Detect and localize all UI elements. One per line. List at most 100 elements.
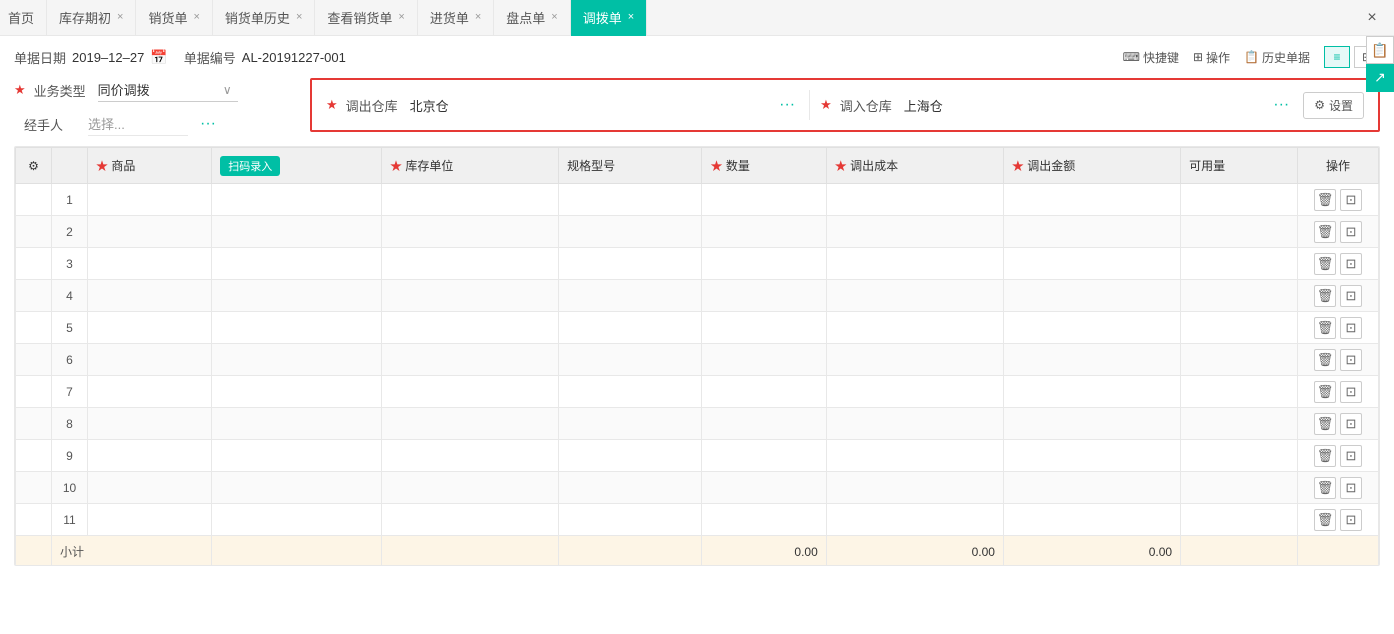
row-cost-cell[interactable] bbox=[826, 184, 1003, 216]
row-qty-cell[interactable] bbox=[702, 408, 826, 440]
row-unit-cell[interactable] bbox=[382, 408, 559, 440]
row-product-cell[interactable] bbox=[88, 504, 212, 536]
copy-row-button[interactable]: ⊡ bbox=[1340, 445, 1362, 467]
row-cost-cell[interactable] bbox=[826, 280, 1003, 312]
transfer-in-more-icon[interactable]: ··· bbox=[1269, 96, 1293, 114]
row-amount-cell[interactable] bbox=[1003, 472, 1180, 504]
row-qty-cell[interactable] bbox=[702, 184, 826, 216]
copy-row-button[interactable]: ⊡ bbox=[1340, 285, 1362, 307]
copy-row-button[interactable]: ⊡ bbox=[1340, 349, 1362, 371]
row-qty-cell[interactable] bbox=[702, 344, 826, 376]
copy-row-button[interactable]: ⊡ bbox=[1340, 221, 1362, 243]
row-qty-cell[interactable] bbox=[702, 216, 826, 248]
row-spec-cell[interactable] bbox=[559, 440, 702, 472]
copy-row-button[interactable]: ⊡ bbox=[1340, 477, 1362, 499]
delete-row-button[interactable]: 🗑 bbox=[1314, 253, 1336, 275]
delete-row-button[interactable]: 🗑 bbox=[1314, 381, 1336, 403]
copy-row-button[interactable]: ⊡ bbox=[1340, 509, 1362, 531]
tab-transfer-order-close[interactable]: × bbox=[628, 12, 634, 23]
row-qty-cell[interactable] bbox=[702, 248, 826, 280]
handler-more-icon[interactable]: ··· bbox=[200, 115, 216, 133]
delete-row-button[interactable]: 🗑 bbox=[1314, 413, 1336, 435]
row-available-cell[interactable] bbox=[1181, 344, 1298, 376]
row-product-cell[interactable] bbox=[88, 280, 212, 312]
delete-row-button[interactable]: 🗑 bbox=[1314, 285, 1336, 307]
row-spec-cell[interactable] bbox=[559, 504, 702, 536]
row-available-cell[interactable] bbox=[1181, 472, 1298, 504]
row-available-cell[interactable] bbox=[1181, 184, 1298, 216]
tab-inventory-init-close[interactable]: × bbox=[117, 12, 123, 23]
th-gear[interactable]: ⚙ bbox=[16, 148, 52, 184]
row-spec-cell[interactable] bbox=[559, 408, 702, 440]
row-unit-cell[interactable] bbox=[382, 472, 559, 504]
row-qty-cell[interactable] bbox=[702, 376, 826, 408]
delete-row-button[interactable]: 🗑 bbox=[1314, 349, 1336, 371]
row-available-cell[interactable] bbox=[1181, 440, 1298, 472]
row-amount-cell[interactable] bbox=[1003, 408, 1180, 440]
row-product-cell[interactable] bbox=[88, 248, 212, 280]
row-spec-cell[interactable] bbox=[559, 216, 702, 248]
row-unit-cell[interactable] bbox=[382, 312, 559, 344]
row-cost-cell[interactable] bbox=[826, 376, 1003, 408]
row-available-cell[interactable] bbox=[1181, 312, 1298, 344]
row-product-cell[interactable] bbox=[88, 440, 212, 472]
shortcuts-button[interactable]: ⌨ 快捷键 bbox=[1123, 49, 1179, 66]
row-available-cell[interactable] bbox=[1181, 216, 1298, 248]
row-unit-cell[interactable] bbox=[382, 184, 559, 216]
row-available-cell[interactable] bbox=[1181, 280, 1298, 312]
row-available-cell[interactable] bbox=[1181, 504, 1298, 536]
row-cost-cell[interactable] bbox=[826, 216, 1003, 248]
tab-inventory-count-close[interactable]: × bbox=[551, 12, 557, 23]
copy-row-button[interactable]: ⊡ bbox=[1340, 189, 1362, 211]
row-spec-cell[interactable] bbox=[559, 280, 702, 312]
row-unit-cell[interactable] bbox=[382, 248, 559, 280]
row-cost-cell[interactable] bbox=[826, 344, 1003, 376]
copy-row-button[interactable]: ⊡ bbox=[1340, 381, 1362, 403]
delete-row-button[interactable]: 🗑 bbox=[1314, 477, 1336, 499]
delete-row-button[interactable]: 🗑 bbox=[1314, 509, 1336, 531]
row-amount-cell[interactable] bbox=[1003, 344, 1180, 376]
row-spec-cell[interactable] bbox=[559, 312, 702, 344]
handler-input[interactable]: 选择... bbox=[88, 112, 188, 136]
row-spec-cell[interactable] bbox=[559, 248, 702, 280]
row-amount-cell[interactable] bbox=[1003, 376, 1180, 408]
sidebar-expand-button[interactable]: ↗ bbox=[1366, 64, 1394, 92]
row-unit-cell[interactable] bbox=[382, 344, 559, 376]
tab-sales-history[interactable]: 销货单历史 × bbox=[213, 0, 315, 36]
row-amount-cell[interactable] bbox=[1003, 504, 1180, 536]
delete-row-button[interactable]: 🗑 bbox=[1314, 189, 1336, 211]
row-unit-cell[interactable] bbox=[382, 376, 559, 408]
row-qty-cell[interactable] bbox=[702, 440, 826, 472]
close-all-tabs-button[interactable]: × bbox=[1358, 4, 1386, 32]
row-available-cell[interactable] bbox=[1181, 248, 1298, 280]
row-product-cell[interactable] bbox=[88, 216, 212, 248]
row-amount-cell[interactable] bbox=[1003, 184, 1180, 216]
row-unit-cell[interactable] bbox=[382, 280, 559, 312]
row-cost-cell[interactable] bbox=[826, 440, 1003, 472]
row-spec-cell[interactable] bbox=[559, 344, 702, 376]
row-qty-cell[interactable] bbox=[702, 504, 826, 536]
row-cost-cell[interactable] bbox=[826, 408, 1003, 440]
tab-view-sales[interactable]: 查看销货单 × bbox=[315, 0, 417, 36]
row-unit-cell[interactable] bbox=[382, 504, 559, 536]
tab-inventory-count[interactable]: 盘点单 × bbox=[494, 0, 570, 36]
row-product-cell[interactable] bbox=[88, 312, 212, 344]
tab-sales-order-close[interactable]: × bbox=[193, 12, 199, 23]
row-amount-cell[interactable] bbox=[1003, 248, 1180, 280]
tab-view-sales-close[interactable]: × bbox=[398, 12, 404, 23]
row-spec-cell[interactable] bbox=[559, 376, 702, 408]
tab-purchase-order-close[interactable]: × bbox=[475, 12, 481, 23]
tab-sales-history-close[interactable]: × bbox=[296, 12, 302, 23]
row-unit-cell[interactable] bbox=[382, 440, 559, 472]
transfer-out-more-icon[interactable]: ··· bbox=[775, 96, 799, 114]
tab-transfer-order[interactable]: 调拨单 × bbox=[571, 0, 647, 36]
copy-row-button[interactable]: ⊡ bbox=[1340, 253, 1362, 275]
tab-home[interactable]: 首页 bbox=[8, 0, 47, 36]
delete-row-button[interactable]: 🗑 bbox=[1314, 317, 1336, 339]
row-spec-cell[interactable] bbox=[559, 472, 702, 504]
row-amount-cell[interactable] bbox=[1003, 280, 1180, 312]
row-unit-cell[interactable] bbox=[382, 216, 559, 248]
row-product-cell[interactable] bbox=[88, 376, 212, 408]
settings-button[interactable]: ⚙ 设置 bbox=[1303, 92, 1364, 119]
tab-purchase-order[interactable]: 进货单 × bbox=[418, 0, 494, 36]
